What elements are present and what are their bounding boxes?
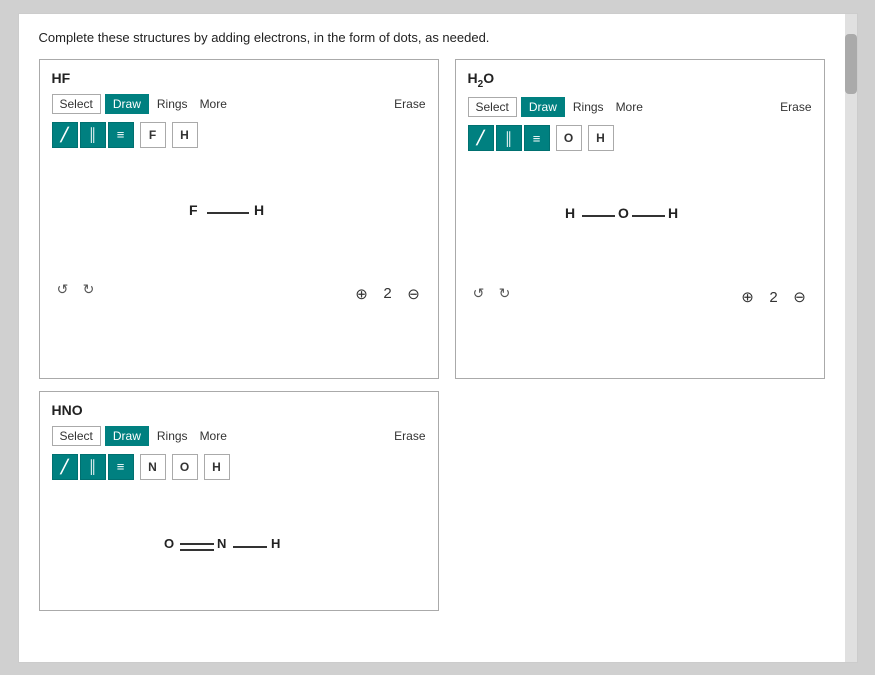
scrollbar-thumb[interactable]	[845, 34, 857, 94]
h2o-rings-btn[interactable]: Rings	[569, 98, 608, 116]
svg-text:H: H	[271, 536, 280, 551]
h2o-undo-btn[interactable]: ↺	[468, 282, 490, 304]
svg-text:N: N	[217, 536, 226, 551]
hf-zoom-reset-btn[interactable]: 2	[376, 282, 400, 306]
hno-title: HNO	[52, 402, 426, 418]
hf-select-btn[interactable]: Select	[52, 94, 101, 114]
hf-atom-h-btn[interactable]: H	[172, 122, 198, 148]
h2o-molecule-area: H O H	[468, 161, 812, 271]
hf-zoom-in-btn[interactable]: ⊕	[350, 282, 374, 306]
hno-atom-n-btn[interactable]: N	[140, 454, 166, 480]
hf-single-bond-btn[interactable]: ╱	[52, 122, 78, 148]
hno-rings-btn[interactable]: Rings	[153, 427, 192, 445]
hno-draw-btn[interactable]: Draw	[105, 426, 149, 446]
hno-bond-toolbar: ╱ ║ ≡ N O H	[52, 454, 426, 480]
hno-more-btn[interactable]: More	[196, 427, 231, 445]
h2o-title-h: H	[468, 70, 478, 86]
h2o-toolbar: Select Draw Rings More Erase	[468, 97, 812, 117]
hf-toolbar: Select Draw Rings More Erase	[52, 94, 426, 114]
h2o-panel: H2O Select Draw Rings More Erase ╱ ║ ≡ O…	[455, 59, 825, 379]
hf-triple-bond-btn[interactable]: ≡	[108, 122, 134, 148]
hf-more-btn[interactable]: More	[196, 95, 231, 113]
hf-undo-btn[interactable]: ↺	[52, 279, 74, 301]
hf-title: HF	[52, 70, 426, 86]
hno-single-bond-btn[interactable]: ╱	[52, 454, 78, 480]
bottom-panels-row: HNO Select Draw Rings More Erase ╱ ║ ≡ N…	[39, 391, 837, 611]
instruction-text: Complete these structures by adding elec…	[39, 30, 837, 45]
h2o-atom-o-btn[interactable]: O	[556, 125, 582, 151]
hf-rings-btn[interactable]: Rings	[153, 95, 192, 113]
h2o-more-btn[interactable]: More	[612, 98, 647, 116]
h2o-zoom-out-btn[interactable]: ⊖	[788, 285, 812, 309]
h2o-draw-btn[interactable]: Draw	[521, 97, 565, 117]
hf-bond-toolbar: ╱ ║ ≡ F H	[52, 122, 426, 148]
h2o-bond-toolbar: ╱ ║ ≡ O H	[468, 125, 812, 151]
h2o-single-bond-btn[interactable]: ╱	[468, 125, 494, 151]
hno-atom-o-btn[interactable]: O	[172, 454, 198, 480]
hno-select-btn[interactable]: Select	[52, 426, 101, 446]
h2o-triple-bond-btn[interactable]: ≡	[524, 125, 550, 151]
hf-molecule-svg: F H	[179, 193, 299, 233]
hno-triple-bond-btn[interactable]: ≡	[108, 454, 134, 480]
h2o-zoom-controls: ⊕ 2 ⊖	[736, 285, 812, 309]
h2o-zoom-reset-btn[interactable]: 2	[762, 285, 786, 309]
top-panels-row: HF Select Draw Rings More Erase ╱ ║ ≡ F …	[39, 59, 837, 379]
hno-atom-h-btn[interactable]: H	[204, 454, 230, 480]
hf-undo-redo: ↺ ↻	[52, 279, 100, 301]
svg-text:H: H	[254, 202, 264, 218]
hf-redo-btn[interactable]: ↻	[78, 279, 100, 301]
h2o-bottom-controls: ↺ ↻ ⊕ 2 ⊖	[468, 277, 812, 309]
hno-molecule-area: O N H	[52, 490, 426, 600]
h2o-double-bond-btn[interactable]: ║	[496, 125, 522, 151]
hno-panel: HNO Select Draw Rings More Erase ╱ ║ ≡ N…	[39, 391, 439, 611]
svg-text:O: O	[618, 205, 629, 221]
h2o-title: H2O	[468, 70, 812, 90]
hf-panel: HF Select Draw Rings More Erase ╱ ║ ≡ F …	[39, 59, 439, 379]
h2o-erase-btn[interactable]: Erase	[780, 100, 811, 114]
hf-zoom-out-btn[interactable]: ⊖	[402, 282, 426, 306]
svg-text:H: H	[565, 205, 575, 221]
h2o-zoom-in-btn[interactable]: ⊕	[736, 285, 760, 309]
hf-double-bond-btn[interactable]: ║	[80, 122, 106, 148]
h2o-select-btn[interactable]: Select	[468, 97, 517, 117]
h2o-redo-btn[interactable]: ↻	[494, 282, 516, 304]
hf-atom-f-btn[interactable]: F	[140, 122, 166, 148]
h2o-title-o: O	[483, 70, 494, 86]
hno-erase-btn[interactable]: Erase	[394, 429, 425, 443]
svg-text:H: H	[668, 205, 678, 221]
hno-molecule-svg: O N H	[159, 520, 319, 570]
scrollbar[interactable]	[845, 14, 857, 662]
hf-zoom-controls: ⊕ 2 ⊖	[350, 282, 426, 306]
svg-text:O: O	[164, 536, 174, 551]
hf-molecule-area: F H	[52, 158, 426, 268]
hf-erase-btn[interactable]: Erase	[394, 97, 425, 111]
h2o-undo-redo: ↺ ↻	[468, 282, 516, 304]
h2o-atom-h-btn[interactable]: H	[588, 125, 614, 151]
hf-draw-btn[interactable]: Draw	[105, 94, 149, 114]
hno-toolbar: Select Draw Rings More Erase	[52, 426, 426, 446]
svg-text:F: F	[189, 202, 198, 218]
h2o-molecule-svg: H O H	[560, 196, 720, 236]
main-page: Complete these structures by adding elec…	[18, 13, 858, 663]
hno-double-bond-btn[interactable]: ║	[80, 454, 106, 480]
hf-bottom-controls: ↺ ↻ ⊕ 2 ⊖	[52, 274, 426, 306]
